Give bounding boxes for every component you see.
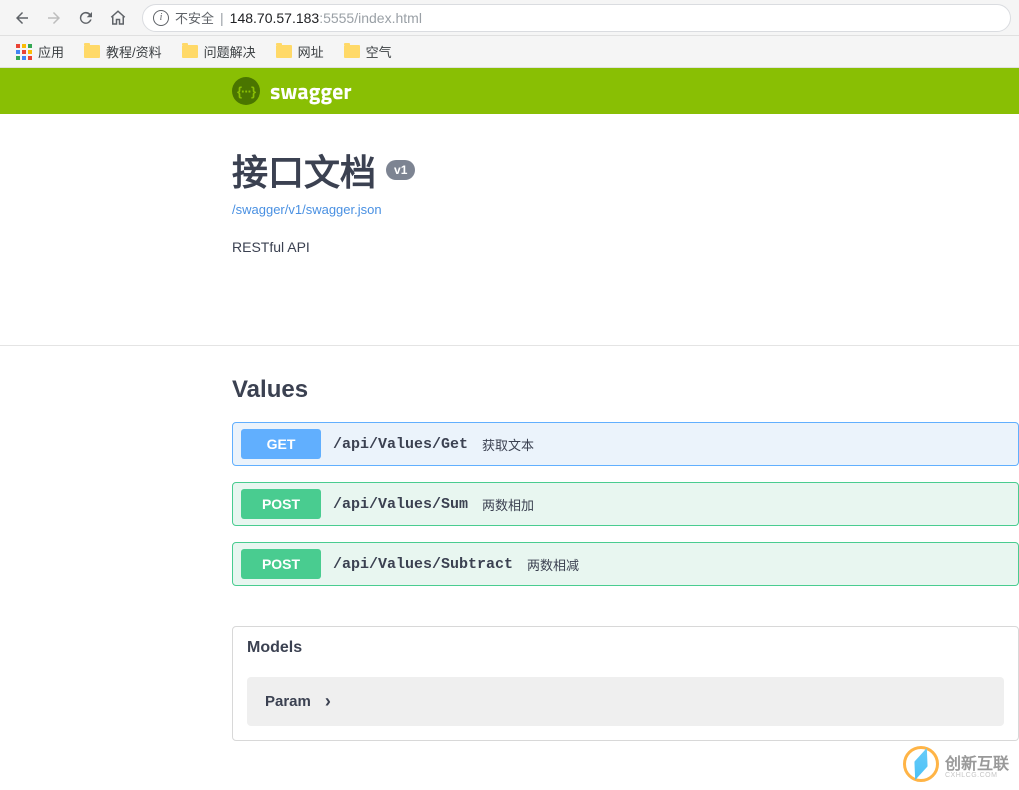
tag-title[interactable]: Values [232, 376, 1019, 404]
method-badge: POST [241, 489, 321, 519]
browser-toolbar: i 不安全 | 148.70.57.183:5555/index.html [0, 0, 1019, 36]
security-label: 不安全 [175, 8, 214, 27]
address-bar[interactable]: i 不安全 | 148.70.57.183:5555/index.html [142, 4, 1011, 32]
swagger-ui: 接口文档 v1 /swagger/v1/swagger.json RESTful… [0, 114, 1019, 741]
info-icon: i [153, 10, 169, 26]
bookmarks-bar: 应用 教程/资料 问题解决 网址 空气 [0, 36, 1019, 68]
model-item[interactable]: Param › [247, 677, 1004, 726]
url-path: /index.html [354, 10, 422, 26]
bookmark-item[interactable]: 教程/资料 [76, 38, 170, 65]
model-name: Param [265, 693, 311, 710]
swagger-logo[interactable]: {···} swagger [232, 74, 352, 108]
api-info: 接口文档 v1 /swagger/v1/swagger.json RESTful… [232, 114, 1019, 275]
models-section: Models Param › [232, 626, 1019, 741]
method-badge: POST [241, 549, 321, 579]
bookmark-item[interactable]: 问题解决 [174, 38, 264, 65]
apps-grid-icon [16, 44, 32, 60]
home-button[interactable] [104, 4, 132, 32]
back-button[interactable] [8, 4, 36, 32]
operation-post[interactable]: POST /api/Values/Sum 两数相加 [232, 482, 1019, 526]
folder-icon [182, 45, 198, 58]
bookmark-item[interactable]: 空气 [336, 38, 400, 65]
watermark: 创新互联 CXHLCG.COM [903, 746, 1009, 782]
arrow-left-icon [13, 9, 31, 27]
operation-summary: 两数相加 [482, 495, 534, 514]
reload-button[interactable] [72, 4, 100, 32]
folder-icon [344, 45, 360, 58]
operation-summary: 获取文本 [482, 435, 534, 454]
folder-icon [84, 45, 100, 58]
operation-summary: 两数相减 [527, 555, 579, 574]
reload-icon [77, 9, 95, 27]
chevron-right-icon: › [325, 691, 331, 712]
section-divider [0, 345, 1019, 346]
url-host: 148.70.57.183 [230, 10, 320, 26]
operation-get[interactable]: GET /api/Values/Get 获取文本 [232, 422, 1019, 466]
url-port: :5555 [319, 10, 354, 26]
operation-path: /api/Values/Sum [333, 496, 468, 513]
operation-path: /api/Values/Subtract [333, 556, 513, 573]
api-title: 接口文档 v1 [232, 144, 1019, 196]
version-badge: v1 [386, 160, 415, 180]
apps-label: 应用 [38, 42, 64, 61]
swagger-topbar: {···} swagger [0, 68, 1019, 114]
forward-button[interactable] [40, 4, 68, 32]
bookmark-item[interactable]: 网址 [268, 38, 332, 65]
apps-button[interactable]: 应用 [8, 38, 72, 65]
swagger-logo-icon: {···} [232, 77, 260, 105]
operation-post[interactable]: POST /api/Values/Subtract 两数相减 [232, 542, 1019, 586]
tag-section: Values GET /api/Values/Get 获取文本 POST /ap… [232, 376, 1019, 741]
api-description: RESTful API [232, 239, 1019, 255]
method-badge: GET [241, 429, 321, 459]
watermark-logo-icon [903, 746, 939, 782]
models-header[interactable]: Models [233, 627, 1018, 669]
separator: | [220, 10, 224, 26]
swagger-logo-text: swagger [270, 74, 352, 108]
arrow-right-icon [45, 9, 63, 27]
watermark-text: 创新互联 [945, 750, 1009, 774]
folder-icon [276, 45, 292, 58]
operation-path: /api/Values/Get [333, 436, 468, 453]
home-icon [109, 9, 127, 27]
spec-url-link[interactable]: /swagger/v1/swagger.json [232, 202, 1019, 217]
